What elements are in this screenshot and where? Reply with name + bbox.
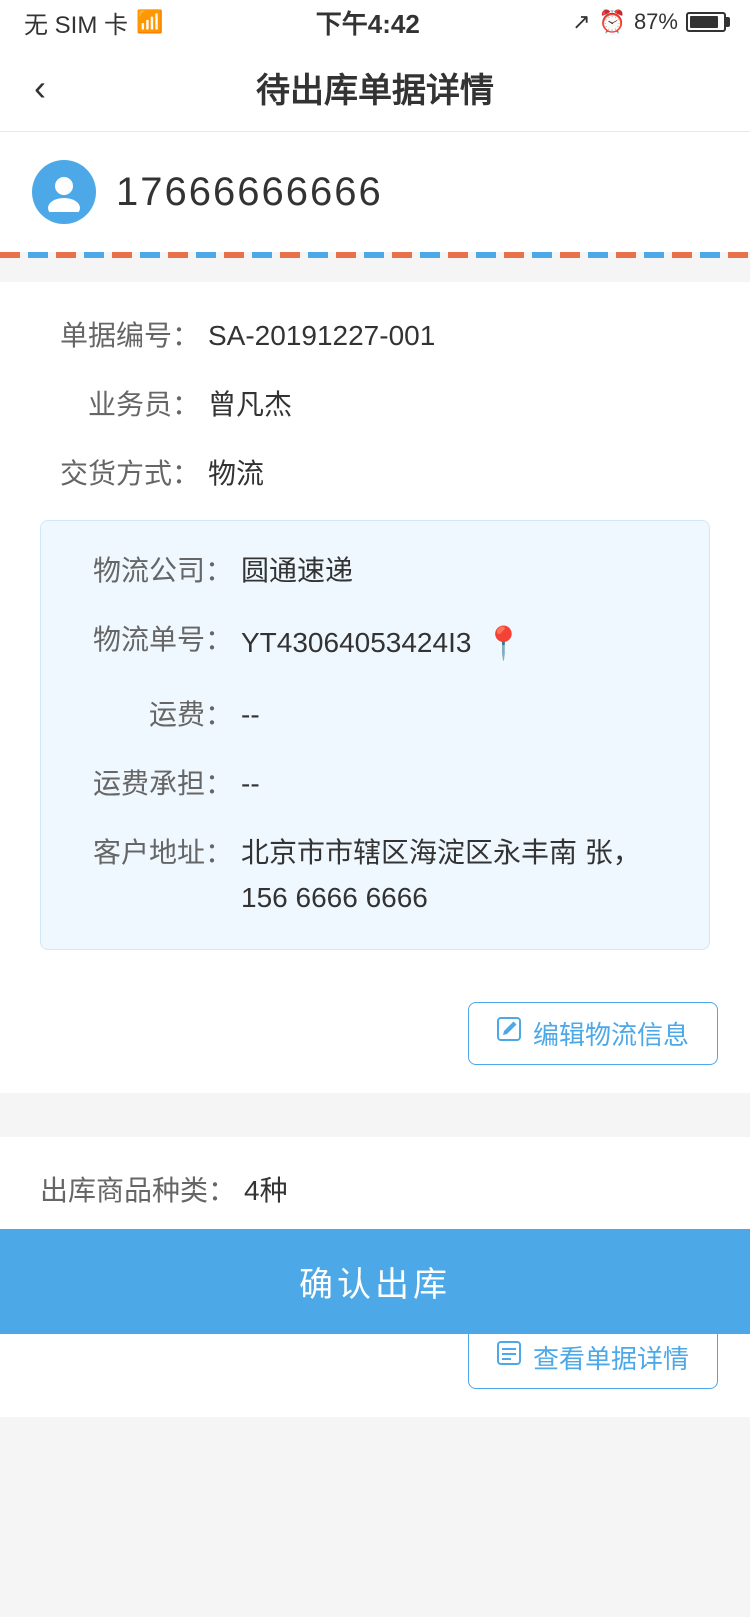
page-title: 待出库单据详情 <box>256 63 494 112</box>
battery-icon <box>686 12 726 32</box>
freight-row: 运费： -- <box>73 693 677 738</box>
delivery-value: 物流 <box>208 452 710 497</box>
freight-bear-label: 运费承担： <box>73 762 233 807</box>
user-phone: 17666666666 <box>116 170 383 215</box>
confirm-outbound-button[interactable]: 确认出库 <box>299 1257 451 1306</box>
battery-fill <box>690 16 718 28</box>
company-value: 圆通速递 <box>241 549 677 594</box>
status-bar: 无 SIM 卡 📶 下午4:42 ↗ ⏰ 87% <box>0 0 750 44</box>
company-row: 物流公司： 圆通速递 <box>73 549 677 594</box>
alarm-icon: ⏰ <box>599 9 626 35</box>
address-value: 北京市市辖区海淀区永丰南 张，156 6666 6666 <box>241 831 677 921</box>
order-number-label: 单据编号： <box>40 314 200 359</box>
view-detail-label: 查看单据详情 <box>533 1339 689 1376</box>
order-number-value: SA-20191227-001 <box>208 314 710 359</box>
content: 17666666666 单据编号： SA-20191227-001 业务员： 曾… <box>0 132 750 1617</box>
delivery-row: 交货方式： 物流 <box>40 452 710 497</box>
edit-icon <box>497 1017 523 1050</box>
status-right: ↗ ⏰ 87% <box>572 9 726 35</box>
salesman-value: 曾凡杰 <box>208 383 710 428</box>
freight-value: -- <box>241 693 677 738</box>
salesman-label: 业务员： <box>40 383 200 428</box>
back-button[interactable]: ‹ <box>24 57 56 119</box>
tracking-number-text: YT43064053424I3 <box>241 621 471 666</box>
address-label: 客户地址： <box>73 831 233 876</box>
order-info: 单据编号： SA-20191227-001 业务员： 曾凡杰 交货方式： 物流 … <box>0 282 750 982</box>
nav-bar: ‹ 待出库单据详情 <box>0 44 750 132</box>
status-left: 无 SIM 卡 📶 <box>24 5 163 40</box>
main-info-section: 单据编号： SA-20191227-001 业务员： 曾凡杰 交货方式： 物流 … <box>0 282 750 1093</box>
delivery-label: 交货方式： <box>40 452 200 497</box>
confirm-btn-container: 确认出库 <box>0 1229 750 1334</box>
edit-logistics-button[interactable]: 编辑物流信息 <box>468 1002 718 1065</box>
sim-status: 无 SIM 卡 <box>24 5 128 40</box>
goods-type-value: 4种 <box>244 1169 710 1214</box>
user-avatar-icon <box>44 172 84 212</box>
edit-logistics-label: 编辑物流信息 <box>533 1015 689 1052</box>
freight-label: 运费： <box>73 693 233 738</box>
order-number-row: 单据编号： SA-20191227-001 <box>40 314 710 359</box>
tracking-row: 物流单号： YT43064053424I3 📍 <box>73 618 677 669</box>
wifi-icon: 📶 <box>136 9 163 35</box>
freight-bear-value: -- <box>241 762 677 807</box>
user-card: 17666666666 <box>0 132 750 252</box>
freight-bear-row: 运费承担： -- <box>73 762 677 807</box>
address-row: 客户地址： 北京市市辖区海淀区永丰南 张，156 6666 6666 <box>73 831 677 921</box>
status-time: 下午4:42 <box>316 4 420 41</box>
list-icon <box>497 1341 523 1374</box>
location-status-icon: ↗ <box>572 9 590 35</box>
tracking-value: YT43064053424I3 📍 <box>241 618 677 669</box>
avatar <box>32 160 96 224</box>
section-separator-1 <box>0 1093 750 1113</box>
salesman-row: 业务员： 曾凡杰 <box>40 383 710 428</box>
empty-area <box>0 1417 750 1617</box>
dashed-divider <box>0 252 750 258</box>
company-label: 物流公司： <box>73 549 233 594</box>
battery-percent: 87% <box>634 9 678 35</box>
logistics-card: 物流公司： 圆通速递 物流单号： YT43064053424I3 📍 运费： -… <box>40 520 710 949</box>
goods-type-label: 出库商品种类： <box>40 1169 236 1214</box>
goods-type-row: 出库商品种类： 4种 <box>40 1169 710 1214</box>
tracking-label: 物流单号： <box>73 618 233 663</box>
view-detail-button[interactable]: 查看单据详情 <box>468 1326 718 1389</box>
edit-btn-row: 编辑物流信息 <box>0 982 750 1093</box>
map-location-icon[interactable]: 📍 <box>483 618 523 669</box>
